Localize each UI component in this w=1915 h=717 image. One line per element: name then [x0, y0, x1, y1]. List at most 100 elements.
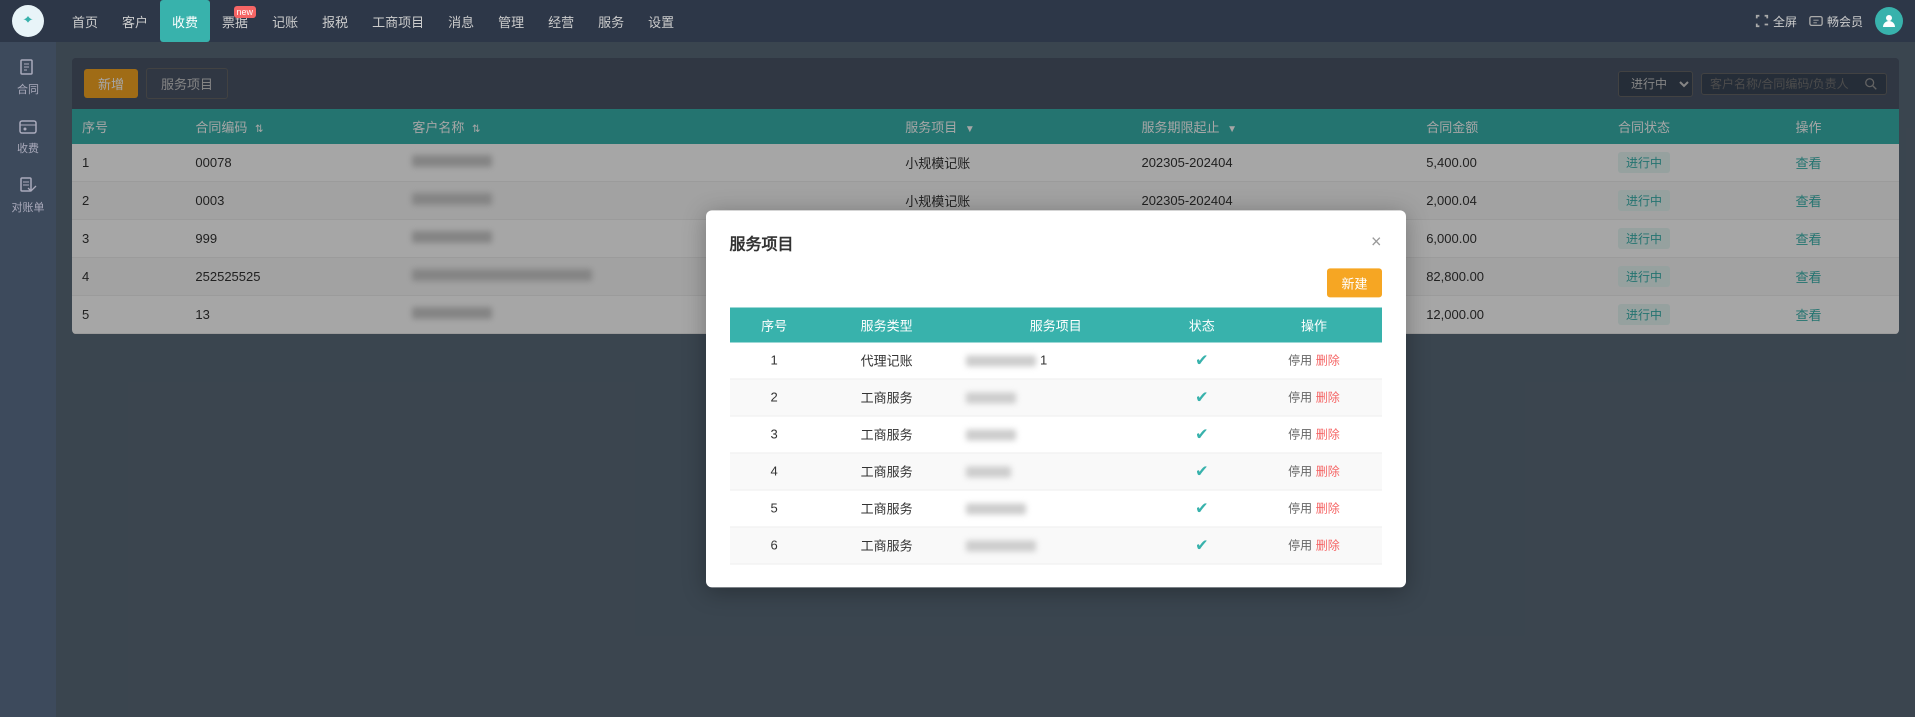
- modal-cell-status: ✔: [1157, 452, 1246, 489]
- main-content: 新增 服务项目 进行中 已结束 全部 序号: [56, 42, 1915, 717]
- modal-close-button[interactable]: ×: [1371, 231, 1382, 252]
- modal-cell-type: 工商服务: [819, 526, 955, 563]
- delete-button[interactable]: 删除: [1316, 536, 1340, 553]
- nav-bizproject[interactable]: 工商项目: [360, 0, 436, 42]
- delete-button[interactable]: 删除: [1316, 425, 1340, 442]
- modal-cell-seq: 5: [730, 489, 819, 526]
- modal-cell-seq: 6: [730, 526, 819, 563]
- status-active-icon: ✔: [1195, 537, 1208, 554]
- modal-new-button[interactable]: 新建: [1327, 268, 1381, 297]
- modal-col-item: 服务项目: [954, 307, 1157, 342]
- modal-cell-action: 停用 删除: [1246, 526, 1381, 563]
- stop-button[interactable]: 停用: [1288, 499, 1312, 516]
- modal-cell-type: 工商服务: [819, 378, 955, 415]
- status-active-icon: ✔: [1195, 463, 1208, 480]
- stop-button[interactable]: 停用: [1288, 351, 1312, 368]
- nav-service[interactable]: 服务: [586, 0, 636, 42]
- list-item: 2 工商服务 ✔ 停用 删除: [730, 378, 1382, 415]
- modal-cell-item: [954, 489, 1157, 526]
- modal-cell-status: ✔: [1157, 563, 1246, 567]
- stop-button[interactable]: 停用: [1288, 462, 1312, 479]
- modal-cell-seq: 2: [730, 378, 819, 415]
- service-item-modal: 服务项目 × 新建 序号 服务类型 服务项目 状态 操作: [706, 210, 1406, 587]
- stop-button[interactable]: 停用: [1288, 536, 1312, 553]
- sidebar-item-fee[interactable]: 收费: [3, 109, 53, 164]
- modal-cell-action: 停用 删除: [1246, 342, 1381, 379]
- list-item: 5 工商服务 ✔ 停用 删除: [730, 489, 1382, 526]
- modal-scroll-area[interactable]: 序号 服务类型 服务项目 状态 操作 1 代理记账 1 ✔ 停用 删除 2 工商…: [730, 307, 1382, 567]
- status-active-icon: ✔: [1195, 352, 1208, 369]
- modal-cell-type: 工商服务: [819, 563, 955, 567]
- modal-cell-action: 停用 删除: [1246, 378, 1381, 415]
- sidebar-item-contract[interactable]: 合同: [3, 50, 53, 105]
- list-item: 1 代理记账 1 ✔ 停用 删除: [730, 342, 1382, 379]
- nav-tax[interactable]: 报税: [310, 0, 360, 42]
- modal-cell-type: 代理记账: [819, 342, 955, 379]
- modal-cell-item: [954, 378, 1157, 415]
- modal-cell-status: ✔: [1157, 415, 1246, 452]
- delete-button[interactable]: 删除: [1316, 351, 1340, 368]
- nav-right-area: 全屏 畅会员: [1755, 7, 1903, 35]
- status-active-icon: ✔: [1195, 426, 1208, 443]
- modal-cell-action: 停用 删除: [1246, 489, 1381, 526]
- modal-cell-item: 1: [954, 342, 1157, 379]
- modal-title: 服务项目: [730, 230, 794, 254]
- nav-message[interactable]: 消息: [436, 0, 486, 42]
- sidebar-label-contract: 合同: [17, 81, 39, 97]
- app-logo: [12, 5, 44, 37]
- service-item-table: 序号 服务类型 服务项目 状态 操作 1 代理记账 1 ✔ 停用 删除 2 工商…: [730, 307, 1382, 567]
- status-active-icon: ✔: [1195, 500, 1208, 517]
- user-avatar[interactable]: [1875, 7, 1903, 35]
- nav-home[interactable]: 首页: [60, 0, 110, 42]
- modal-cell-item: [954, 452, 1157, 489]
- modal-col-action: 操作: [1246, 307, 1381, 342]
- stop-button[interactable]: 停用: [1288, 425, 1312, 442]
- delete-button[interactable]: 删除: [1316, 499, 1340, 516]
- modal-cell-seq: 3: [730, 415, 819, 452]
- modal-cell-action: 停用 删除: [1246, 452, 1381, 489]
- left-sidebar: 合同 收费 对账单: [0, 42, 56, 717]
- list-item: 3 工商服务 ✔ 停用 删除: [730, 415, 1382, 452]
- modal-col-type: 服务类型: [819, 307, 955, 342]
- nav-fee[interactable]: 收费: [160, 0, 210, 42]
- list-item: 7 工商服务 ✔ 停用 删除: [730, 563, 1382, 567]
- list-item: 6 工商服务 ✔ 停用 删除: [730, 526, 1382, 563]
- modal-cell-type: 工商服务: [819, 489, 955, 526]
- modal-cell-type: 工商服务: [819, 452, 955, 489]
- modal-col-seq: 序号: [730, 307, 819, 342]
- fullscreen-button[interactable]: 全屏: [1755, 13, 1797, 30]
- nav-invoice[interactable]: 票据 new: [210, 0, 260, 42]
- top-navigation: 首页 客户 收费 票据 new 记账 报税 工商项目 消息 管理 经营 服务 设…: [0, 0, 1915, 42]
- modal-cell-seq: 4: [730, 452, 819, 489]
- nav-bookkeeping[interactable]: 记账: [260, 0, 310, 42]
- modal-cell-status: ✔: [1157, 489, 1246, 526]
- modal-cell-type: 工商服务: [819, 415, 955, 452]
- sidebar-label-statement: 对账单: [12, 199, 45, 215]
- modal-cell-status: ✔: [1157, 378, 1246, 415]
- modal-cell-seq: 1: [730, 342, 819, 379]
- modal-cell-status: ✔: [1157, 342, 1246, 379]
- modal-cell-item: [954, 526, 1157, 563]
- nav-settings[interactable]: 设置: [636, 0, 686, 42]
- modal-header: 服务项目 ×: [730, 230, 1382, 254]
- nav-manage[interactable]: 管理: [486, 0, 536, 42]
- sidebar-item-statement[interactable]: 对账单: [3, 168, 53, 223]
- list-item: 4 工商服务 ✔ 停用 删除: [730, 452, 1382, 489]
- status-active-icon: ✔: [1195, 389, 1208, 406]
- modal-cell-item: [954, 563, 1157, 567]
- stop-button[interactable]: 停用: [1288, 388, 1312, 405]
- member-button[interactable]: 畅会员: [1809, 13, 1863, 30]
- modal-cell-item: [954, 415, 1157, 452]
- modal-cell-action: 停用 删除: [1246, 415, 1381, 452]
- modal-cell-status: ✔: [1157, 526, 1246, 563]
- nav-operation[interactable]: 经营: [536, 0, 586, 42]
- modal-cell-action: 停用 删除: [1246, 563, 1381, 567]
- modal-cell-seq: 7: [730, 563, 819, 567]
- sidebar-label-fee: 收费: [17, 140, 39, 156]
- modal-col-status: 状态: [1157, 307, 1246, 342]
- delete-button[interactable]: 删除: [1316, 462, 1340, 479]
- delete-button[interactable]: 删除: [1316, 388, 1340, 405]
- new-badge: new: [234, 6, 257, 18]
- nav-customer[interactable]: 客户: [110, 0, 160, 42]
- modal-toolbar: 新建: [730, 268, 1382, 297]
